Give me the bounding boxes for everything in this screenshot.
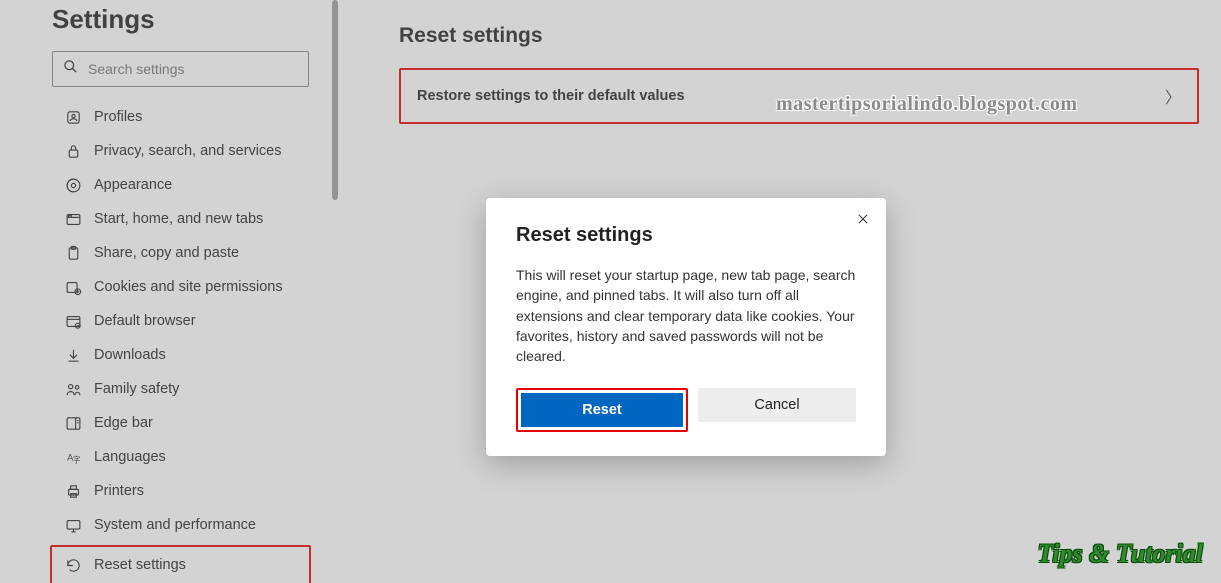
- sidebar-item-label: Languages: [94, 449, 166, 465]
- restore-defaults-label: Restore settings to their default values: [417, 88, 685, 104]
- sidebar-item-label: Printers: [94, 483, 144, 499]
- sidebar-item-label: Cookies and site permissions: [94, 279, 283, 295]
- sidebar-item-default-browser[interactable]: Default browser: [52, 305, 309, 337]
- sidebar-item-reset-settings[interactable]: Reset settings: [52, 549, 309, 581]
- search-settings-field[interactable]: [52, 51, 309, 87]
- sidebar-item-label: Appearance: [94, 177, 172, 193]
- tab-icon: [62, 211, 84, 228]
- family-icon: [62, 381, 84, 398]
- sidebar-scrollbar[interactable]: [332, 0, 338, 200]
- profile-icon: [62, 109, 84, 126]
- sidebar-item-edge-bar[interactable]: Edge bar: [52, 407, 309, 439]
- sidebar-item-label: Default browser: [94, 313, 196, 329]
- highlight-reset-button: Reset: [516, 388, 688, 432]
- sidebar-item-label: Start, home, and new tabs: [94, 211, 263, 227]
- sidebar-item-downloads[interactable]: Downloads: [52, 339, 309, 371]
- sidebar-item-family[interactable]: Family safety: [52, 373, 309, 405]
- reset-settings-dialog: Reset settings This will reset your star…: [486, 198, 886, 456]
- sidebar-item-label: Share, copy and paste: [94, 245, 239, 261]
- sidebar-item-start[interactable]: Start, home, and new tabs: [52, 203, 309, 235]
- browser-icon: [62, 313, 84, 330]
- download-icon: [62, 347, 84, 364]
- languages-icon: A字: [62, 449, 84, 466]
- svg-text:字: 字: [72, 454, 80, 464]
- sidebar-item-cookies[interactable]: Cookies and site permissions: [52, 271, 309, 303]
- printer-icon: [62, 483, 84, 500]
- sidebar-item-languages[interactable]: A字 Languages: [52, 441, 309, 473]
- sidebar-item-system[interactable]: System and performance: [52, 509, 309, 541]
- settings-nav: Profiles Privacy, search, and services A…: [52, 101, 309, 583]
- sidebar-item-label: Edge bar: [94, 415, 153, 431]
- cancel-button[interactable]: Cancel: [698, 388, 856, 422]
- settings-sidebar: Settings Profiles Privacy, search, and s…: [0, 0, 321, 583]
- sidebar-item-privacy[interactable]: Privacy, search, and services: [52, 135, 309, 167]
- brand-logo-text: Tips & Tutorial: [1037, 539, 1203, 569]
- reset-button[interactable]: Reset: [521, 393, 683, 427]
- sidebar-item-label: Reset settings: [94, 557, 186, 573]
- sidebar-item-share[interactable]: Share, copy and paste: [52, 237, 309, 269]
- sidebar-item-printers[interactable]: Printers: [52, 475, 309, 507]
- dialog-title: Reset settings: [516, 224, 856, 247]
- page-title: Settings: [52, 4, 309, 35]
- permissions-icon: [62, 279, 84, 296]
- watermark-text: mastertipsorialindo.blogspot.com: [776, 93, 1078, 116]
- clipboard-icon: [62, 245, 84, 262]
- sidebar-item-label: Downloads: [94, 347, 166, 363]
- sidebar-item-label: Profiles: [94, 109, 142, 125]
- section-title: Reset settings: [399, 24, 1199, 48]
- sidebar-item-appearance[interactable]: Appearance: [52, 169, 309, 201]
- sidebar-item-label: System and performance: [94, 517, 256, 533]
- appearance-icon: [62, 177, 84, 194]
- lock-icon: [62, 143, 84, 160]
- chevron-right-icon: 〉: [1165, 84, 1181, 108]
- reset-icon: [62, 557, 84, 574]
- sidebar-item-label: Privacy, search, and services: [94, 143, 282, 159]
- highlight-reset-settings: Reset settings: [50, 545, 311, 583]
- search-input[interactable]: [88, 61, 298, 77]
- search-icon: [63, 59, 78, 79]
- close-icon[interactable]: [856, 212, 870, 229]
- system-icon: [62, 517, 84, 534]
- edge-bar-icon: [62, 415, 84, 432]
- sidebar-item-profiles[interactable]: Profiles: [52, 101, 309, 133]
- sidebar-item-label: Family safety: [94, 381, 179, 397]
- dialog-body: This will reset your startup page, new t…: [516, 265, 856, 366]
